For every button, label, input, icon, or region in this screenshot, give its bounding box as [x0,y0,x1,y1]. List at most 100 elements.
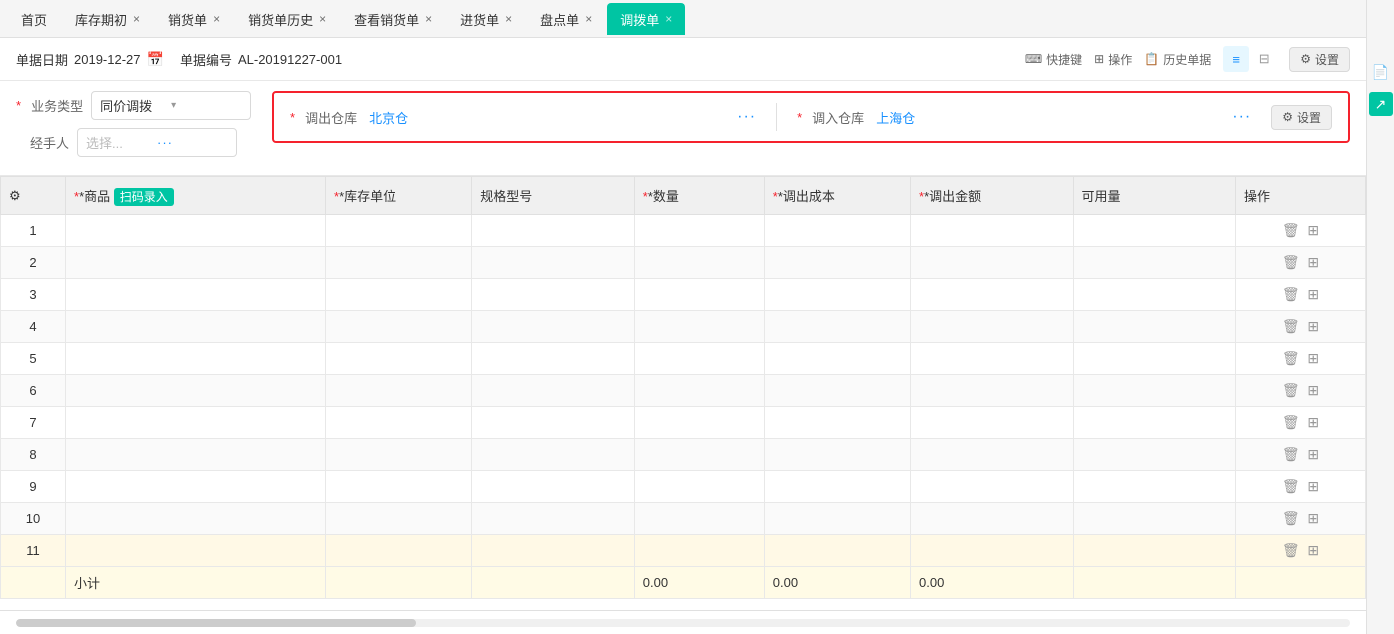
row-delete-icon-6[interactable]: 🗑 [1282,382,1300,398]
row-delete-icon-4[interactable]: 🗑 [1282,318,1300,334]
row-spec-9[interactable] [472,471,635,503]
layout-list-btn[interactable]: ≡ [1223,46,1249,72]
row-delete-icon-1[interactable]: 🗑 [1282,222,1300,238]
transfer-out-more[interactable]: ··· [737,108,756,126]
row-amount-5[interactable] [911,343,1074,375]
row-product-10[interactable] [66,503,326,535]
row-copy-icon-11[interactable]: ⊞ [1307,542,1319,558]
row-amount-7[interactable] [911,407,1074,439]
tab-inventory-init-close[interactable]: × [133,12,140,26]
row-unit-3[interactable] [326,279,472,311]
tab-view-sales-close[interactable]: × [425,12,432,26]
row-copy-icon-7[interactable]: ⊞ [1307,414,1319,430]
tab-sales-order-close[interactable]: × [213,12,220,26]
row-cost-6[interactable] [764,375,910,407]
row-qty-3[interactable] [634,279,764,311]
row-unit-1[interactable] [326,215,472,247]
row-delete-icon-8[interactable]: 🗑 [1282,446,1300,462]
tab-home[interactable]: 首页 [8,3,60,35]
history-btn[interactable]: 📋 历史单据 [1144,51,1211,68]
row-cost-10[interactable] [764,503,910,535]
row-spec-10[interactable] [472,503,635,535]
row-copy-icon-1[interactable]: ⊞ [1307,222,1319,238]
row-product-2[interactable] [66,247,326,279]
tab-transfer-order[interactable]: 调拨单 × [607,3,685,35]
warehouse-settings-btn[interactable]: ⚙ 设置 [1271,105,1332,130]
row-spec-7[interactable] [472,407,635,439]
row-product-6[interactable] [66,375,326,407]
layout-grid-btn[interactable]: ⊟ [1251,46,1277,72]
row-product-9[interactable] [66,471,326,503]
row-spec-5[interactable] [472,343,635,375]
row-amount-3[interactable] [911,279,1074,311]
row-delete-icon-5[interactable]: 🗑 [1282,350,1300,366]
handler-more[interactable]: ··· [157,135,228,150]
tab-purchase-order[interactable]: 进货单 × [447,3,525,35]
scan-btn[interactable]: 扫码录入 [114,188,174,206]
tab-view-sales[interactable]: 查看销货单 × [341,3,445,35]
row-spec-2[interactable] [472,247,635,279]
side-doc-icon[interactable]: 📄 [1369,60,1393,84]
col-settings-header[interactable]: ⚙ [1,177,66,215]
row-qty-2[interactable] [634,247,764,279]
tab-inventory-count-close[interactable]: × [585,12,592,26]
row-delete-icon-9[interactable]: 🗑 [1282,478,1300,494]
side-export-icon[interactable]: ↗ [1369,92,1393,116]
row-product-3[interactable] [66,279,326,311]
row-amount-6[interactable] [911,375,1074,407]
row-unit-6[interactable] [326,375,472,407]
row-copy-icon-9[interactable]: ⊞ [1307,478,1319,494]
row-copy-icon-2[interactable]: ⊞ [1307,254,1319,270]
row-amount-10[interactable] [911,503,1074,535]
tab-inventory-init[interactable]: 库存期初 × [62,3,153,35]
row-qty-1[interactable] [634,215,764,247]
row-qty-8[interactable] [634,439,764,471]
row-product-11[interactable] [66,535,326,567]
row-unit-5[interactable] [326,343,472,375]
row-product-5[interactable] [66,343,326,375]
horizontal-scrollbar[interactable] [16,619,1350,627]
row-unit-11[interactable] [326,535,472,567]
row-product-8[interactable] [66,439,326,471]
tab-transfer-order-close[interactable]: × [665,12,672,26]
row-delete-icon-11[interactable]: 🗑 [1282,542,1300,558]
shortcuts-btn[interactable]: ⌨ 快捷键 [1025,51,1082,68]
row-cost-9[interactable] [764,471,910,503]
row-delete-icon-7[interactable]: 🗑 [1282,414,1300,430]
row-unit-10[interactable] [326,503,472,535]
row-cost-8[interactable] [764,439,910,471]
row-copy-icon-10[interactable]: ⊞ [1307,510,1319,526]
row-unit-9[interactable] [326,471,472,503]
row-cost-1[interactable] [764,215,910,247]
transfer-in-more[interactable]: ··· [1232,108,1251,126]
row-cost-3[interactable] [764,279,910,311]
row-spec-4[interactable] [472,311,635,343]
row-product-4[interactable] [66,311,326,343]
row-spec-6[interactable] [472,375,635,407]
row-copy-icon-4[interactable]: ⊞ [1307,318,1319,334]
row-qty-9[interactable] [634,471,764,503]
row-amount-2[interactable] [911,247,1074,279]
row-cost-5[interactable] [764,343,910,375]
row-spec-3[interactable] [472,279,635,311]
row-amount-4[interactable] [911,311,1074,343]
row-unit-8[interactable] [326,439,472,471]
row-spec-11[interactable] [472,535,635,567]
row-amount-9[interactable] [911,471,1074,503]
row-amount-8[interactable] [911,439,1074,471]
row-qty-6[interactable] [634,375,764,407]
calendar-icon[interactable]: 📅 [147,51,164,68]
row-qty-5[interactable] [634,343,764,375]
settings-button[interactable]: ⚙ 设置 [1289,47,1350,72]
operations-btn[interactable]: ⊞ 操作 [1094,51,1132,68]
tab-sales-history-close[interactable]: × [319,12,326,26]
tab-sales-order[interactable]: 销货单 × [155,3,233,35]
row-copy-icon-5[interactable]: ⊞ [1307,350,1319,366]
row-cost-7[interactable] [764,407,910,439]
row-cost-4[interactable] [764,311,910,343]
row-spec-1[interactable] [472,215,635,247]
tab-inventory-count[interactable]: 盘点单 × [527,3,605,35]
row-cost-2[interactable] [764,247,910,279]
row-copy-icon-8[interactable]: ⊞ [1307,446,1319,462]
row-delete-icon-3[interactable]: 🗑 [1282,286,1300,302]
